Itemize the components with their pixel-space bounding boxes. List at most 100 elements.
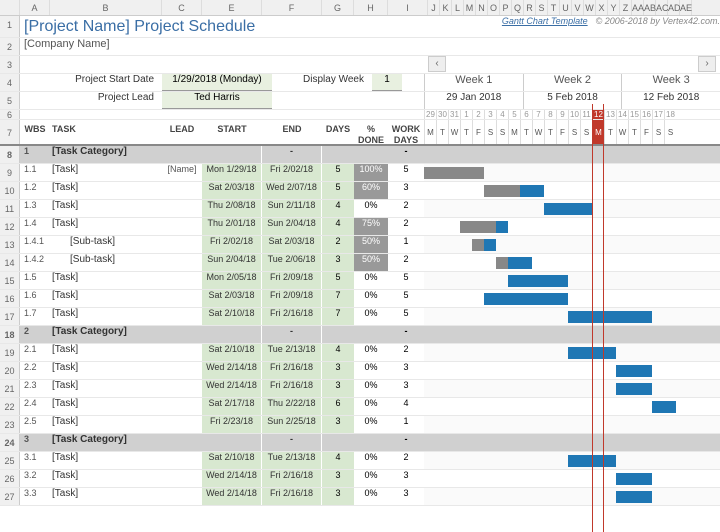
end-cell[interactable]: - [262, 434, 322, 451]
end-cell[interactable]: Wed 2/07/18 [262, 182, 322, 199]
lead-cell[interactable] [162, 236, 202, 253]
pct-cell[interactable]: 0% [354, 290, 388, 307]
prev-week-button[interactable]: ‹ [428, 56, 446, 72]
days-cell[interactable]: 5 [322, 182, 354, 199]
pct-cell[interactable]: 60% [354, 182, 388, 199]
end-cell[interactable]: Fri 2/16/18 [262, 470, 322, 487]
days-cell[interactable]: 3 [322, 254, 354, 271]
pct-cell[interactable]: 0% [354, 398, 388, 415]
task-cell[interactable]: [Task] [50, 470, 162, 487]
wbs-cell[interactable]: 1.4.2 [20, 254, 50, 271]
wbs-cell[interactable]: 1.2 [20, 182, 50, 199]
end-cell[interactable]: Fri 2/02/18 [262, 164, 322, 181]
start-cell[interactable] [202, 434, 262, 451]
task-cell[interactable]: [Task] [50, 218, 162, 235]
lead-cell[interactable] [162, 254, 202, 271]
wbs-cell[interactable]: 1.5 [20, 272, 50, 289]
end-cell[interactable]: Tue 2/06/18 [262, 254, 322, 271]
lead-cell[interactable] [162, 290, 202, 307]
workdays-cell[interactable]: - [388, 434, 424, 451]
col-header[interactable]: AC [656, 0, 668, 15]
lead-cell[interactable] [162, 434, 202, 451]
pct-cell[interactable]: 0% [354, 308, 388, 325]
col-header[interactable]: U [560, 0, 572, 15]
workdays-cell[interactable]: 5 [388, 164, 424, 181]
days-cell[interactable]: 4 [322, 344, 354, 361]
col-header[interactable]: S [536, 0, 548, 15]
end-cell[interactable]: Tue 2/13/18 [262, 344, 322, 361]
task-cell[interactable]: [Task] [50, 272, 162, 289]
workdays-cell[interactable]: 3 [388, 362, 424, 379]
col-header[interactable]: M [464, 0, 476, 15]
lead-cell[interactable] [162, 380, 202, 397]
col-header[interactable]: W [584, 0, 596, 15]
pct-cell[interactable]: 0% [354, 470, 388, 487]
start-cell[interactable]: Sat 2/17/18 [202, 398, 262, 415]
wbs-cell[interactable]: 1 [20, 146, 50, 163]
col-header[interactable]: N [476, 0, 488, 15]
task-cell[interactable]: [Task] [50, 200, 162, 217]
workdays-cell[interactable]: 2 [388, 452, 424, 469]
lead-cell[interactable] [162, 200, 202, 217]
lead-cell[interactable] [162, 362, 202, 379]
start-cell[interactable]: Fri 2/02/18 [202, 236, 262, 253]
days-cell[interactable]: 5 [322, 272, 354, 289]
task-cell[interactable]: [Task] [50, 452, 162, 469]
col-header[interactable]: K [440, 0, 452, 15]
col-header[interactable]: AB [644, 0, 656, 15]
task-cell[interactable]: [Task Category] [50, 434, 162, 451]
workdays-cell[interactable]: 2 [388, 218, 424, 235]
days-cell[interactable]: 3 [322, 380, 354, 397]
task-cell[interactable]: [Task] [50, 398, 162, 415]
wbs-cell[interactable]: 2.3 [20, 380, 50, 397]
days-cell[interactable] [322, 434, 354, 451]
start-cell[interactable]: Thu 2/08/18 [202, 200, 262, 217]
task-cell[interactable]: [Task] [50, 290, 162, 307]
task-cell[interactable]: [Task] [50, 416, 162, 433]
col-header[interactable]: C [162, 0, 202, 15]
col-header[interactable]: Q [512, 0, 524, 15]
lead-cell[interactable] [162, 344, 202, 361]
wbs-cell[interactable]: 2 [20, 326, 50, 343]
col-header[interactable]: V [572, 0, 584, 15]
col-header[interactable]: AE [680, 0, 692, 15]
start-cell[interactable]: Mon 1/29/18 [202, 164, 262, 181]
pct-cell[interactable]: 0% [354, 380, 388, 397]
col-header[interactable]: J [428, 0, 440, 15]
days-cell[interactable]: 3 [322, 416, 354, 433]
wbs-cell[interactable]: 2.5 [20, 416, 50, 433]
pct-cell[interactable]: 0% [354, 452, 388, 469]
pct-cell[interactable]: 0% [354, 488, 388, 505]
col-header[interactable]: L [452, 0, 464, 15]
lead-cell[interactable] [162, 182, 202, 199]
col-header[interactable]: I [388, 0, 428, 15]
end-cell[interactable]: Fri 2/16/18 [262, 380, 322, 397]
col-header[interactable]: Y [608, 0, 620, 15]
days-cell[interactable] [322, 326, 354, 343]
col-header[interactable]: B [50, 0, 162, 15]
task-cell[interactable]: [Sub-task] [50, 236, 162, 253]
wbs-cell[interactable]: 1.7 [20, 308, 50, 325]
task-cell[interactable]: [Task] [50, 308, 162, 325]
end-cell[interactable]: Thu 2/22/18 [262, 398, 322, 415]
start-cell[interactable] [202, 326, 262, 343]
workdays-cell[interactable]: 2 [388, 254, 424, 271]
lead-cell[interactable] [162, 398, 202, 415]
task-cell[interactable]: [Task] [50, 380, 162, 397]
start-cell[interactable]: Wed 2/14/18 [202, 488, 262, 505]
end-cell[interactable]: Sat 2/03/18 [262, 236, 322, 253]
start-date-value[interactable]: 1/29/2018 (Monday) [162, 74, 272, 91]
workdays-cell[interactable]: - [388, 146, 424, 163]
wbs-cell[interactable]: 3.3 [20, 488, 50, 505]
workdays-cell[interactable]: - [388, 326, 424, 343]
next-week-button[interactable]: › [698, 56, 716, 72]
days-cell[interactable]: 7 [322, 308, 354, 325]
end-cell[interactable]: Fri 2/09/18 [262, 272, 322, 289]
start-cell[interactable]: Wed 2/14/18 [202, 380, 262, 397]
workdays-cell[interactable]: 1 [388, 416, 424, 433]
pct-cell[interactable]: 0% [354, 416, 388, 433]
workdays-cell[interactable]: 2 [388, 344, 424, 361]
days-cell[interactable] [322, 146, 354, 163]
col-header[interactable]: P [500, 0, 512, 15]
start-cell[interactable]: Sat 2/03/18 [202, 182, 262, 199]
